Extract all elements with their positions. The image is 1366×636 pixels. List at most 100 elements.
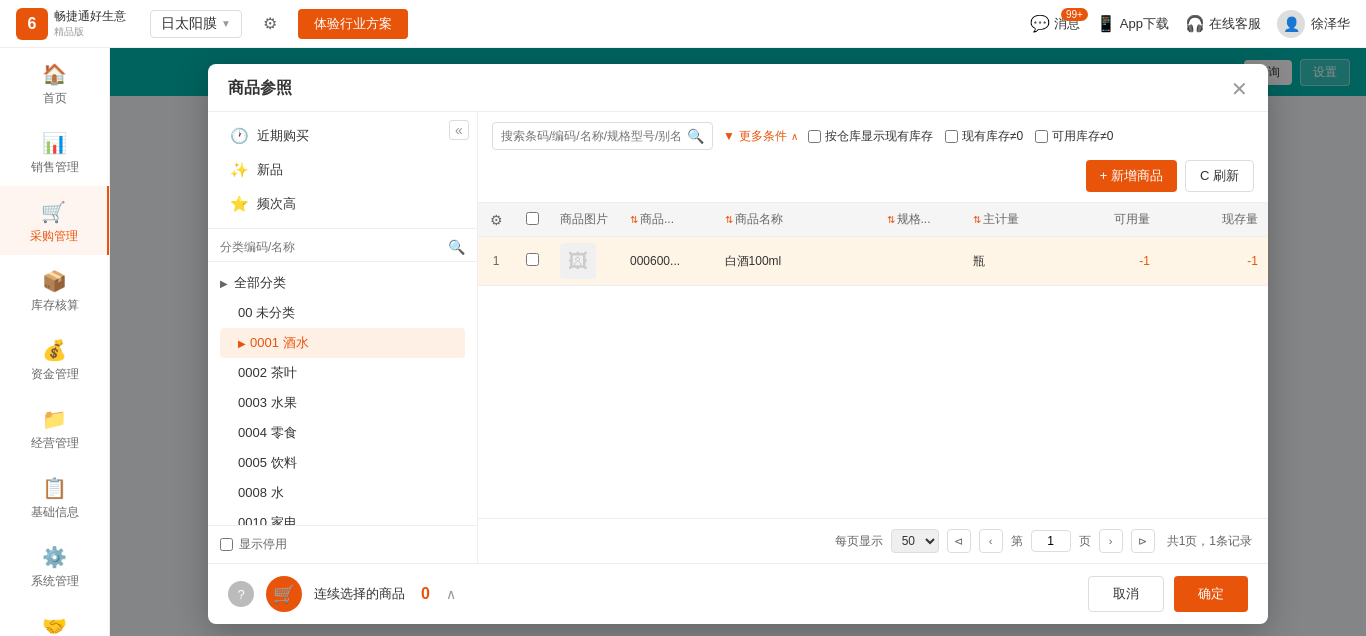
online-service-item[interactable]: 🎧 在线客服 — [1185, 14, 1261, 33]
category-item-uncategorized[interactable]: 00 未分类 — [220, 298, 465, 328]
td-unit: 瓶 — [963, 237, 1052, 286]
refresh-button[interactable]: C 刷新 — [1185, 160, 1254, 192]
product-thumbnail: 🖼 — [560, 243, 596, 279]
search-icon[interactable]: 🔍 — [687, 128, 704, 144]
category-item-water[interactable]: 0008 水 — [220, 478, 465, 508]
dialog-header: 商品参照 ✕ — [208, 64, 1268, 112]
cart-icon-btn[interactable]: 🛒 — [266, 576, 302, 612]
checkbox-warehouse-input[interactable] — [808, 130, 821, 143]
show-disabled-checkbox[interactable] — [220, 538, 233, 551]
category-search-icon[interactable]: 🔍 — [448, 239, 465, 255]
confirm-button[interactable]: 确定 — [1174, 576, 1248, 612]
page-num-input[interactable] — [1031, 530, 1071, 552]
dropdown-label: 日太阳膜 — [161, 15, 217, 33]
sidebar-item-purchase[interactable]: 🛒 采购管理 — [0, 186, 109, 255]
th-spec-icon: ⇅ — [887, 214, 895, 225]
th-check[interactable] — [514, 203, 550, 237]
nav-dropdown[interactable]: 日太阳膜 ▼ — [150, 10, 242, 38]
collapse-btn[interactable]: « — [449, 120, 469, 140]
sidebar-item-base[interactable]: 📋 基础信息 — [0, 462, 109, 531]
footer-right: 取消 确定 — [1088, 576, 1248, 612]
gear-icon[interactable]: ⚙ — [254, 8, 286, 40]
new-icon: ✨ — [230, 161, 249, 179]
page-prev-btn[interactable]: ‹ — [979, 529, 1003, 553]
add-product-button[interactable]: + 新增商品 — [1086, 160, 1177, 192]
dropdown-arrow-icon: ▼ — [221, 18, 231, 29]
category-label-water: 0008 水 — [238, 485, 284, 500]
category-item-appliance[interactable]: 0010 家电 — [220, 508, 465, 525]
category-item-fruit[interactable]: 0003 水果 — [220, 388, 465, 418]
top-nav-right: 💬 99+ 消息 📱 App下载 🎧 在线客服 👤 徐泽华 — [1030, 10, 1350, 38]
app-download-item[interactable]: 📱 App下载 — [1096, 14, 1169, 33]
search-input[interactable] — [501, 129, 681, 143]
category-label-appliance: 0010 家电 — [238, 515, 297, 525]
modal-overlay[interactable]: 商品参照 ✕ « 🕐 近期购买 — [110, 48, 1366, 636]
td-code: 000600... — [620, 237, 715, 286]
checkbox-available-input[interactable] — [1035, 130, 1048, 143]
page-last-btn[interactable]: ⊳ — [1131, 529, 1155, 553]
online-service-label: 在线客服 — [1209, 15, 1261, 33]
th-settings[interactable]: ⚙ — [478, 203, 514, 237]
cta-button[interactable]: 体验行业方案 — [298, 9, 408, 39]
user-area[interactable]: 👤 徐泽华 — [1277, 10, 1350, 38]
table-row[interactable]: 1 🖼 000600... 白酒100ml — [478, 237, 1268, 286]
category-item-liquor[interactable]: ▶ 0001 酒水 — [220, 328, 465, 358]
table-head: ⚙ 商品图片 ⇅商品... — [478, 203, 1268, 237]
sidebar-label-inventory: 库存核算 — [31, 297, 79, 314]
collapse-icon[interactable]: ∧ — [446, 586, 456, 602]
nav-recent[interactable]: 🕐 近期购买 — [220, 120, 465, 152]
close-icon[interactable]: ✕ — [1231, 79, 1248, 99]
sidebar-item-business[interactable]: 📁 经营管理 — [0, 393, 109, 462]
sidebar-label-finance: 资金管理 — [31, 366, 79, 383]
category-root[interactable]: ▶ 全部分类 — [220, 268, 465, 298]
category-item-snack[interactable]: 0004 零食 — [220, 418, 465, 448]
category-search-input[interactable] — [220, 240, 442, 254]
settings-icon: ⚙️ — [42, 545, 67, 569]
th-unit[interactable]: ⇅主计量 — [963, 203, 1052, 237]
dialog-title: 商品参照 — [228, 78, 292, 99]
sidebar-item-sales[interactable]: 📊 销售管理 — [0, 117, 109, 186]
filter-icon: ▼ — [723, 129, 735, 143]
star-icon: ⭐ — [230, 195, 249, 213]
sidebar-item-collab[interactable]: 🤝 企业协同 — [0, 600, 109, 636]
sidebar-item-finance[interactable]: 💰 资金管理 — [0, 324, 109, 393]
message-item[interactable]: 💬 99+ 消息 — [1030, 14, 1080, 33]
category-item-beverage[interactable]: 0005 饮料 — [220, 448, 465, 478]
checkbox-stock[interactable]: 现有库存≠0 — [945, 128, 1023, 145]
purchase-icon: 🛒 — [41, 200, 66, 224]
checkbox-stock-label: 现有库存≠0 — [962, 128, 1023, 145]
filter-btn[interactable]: ▼ 更多条件 ∧ — [723, 128, 798, 145]
selected-label: 连续选择的商品 — [314, 585, 405, 603]
cancel-button[interactable]: 取消 — [1088, 576, 1164, 612]
row-checkbox[interactable] — [526, 253, 539, 266]
td-available: -1 — [1052, 237, 1160, 286]
nav-frequent[interactable]: ⭐ 频次高 — [220, 188, 465, 220]
category-search-bar: 🔍 — [208, 233, 477, 262]
checkbox-warehouse[interactable]: 按仓库显示现有库存 — [808, 128, 933, 145]
nav-new[interactable]: ✨ 新品 — [220, 154, 465, 186]
main-layout: 🏠 首页 📊 销售管理 🛒 采购管理 📦 库存核算 💰 资金管理 📁 经营管理 … — [0, 48, 1366, 636]
pagination-bar: 每页显示 50 ⊲ ‹ 第 页 › ⊳ 共1页，1条记录 — [478, 518, 1268, 563]
th-spec[interactable]: ⇅规格... — [877, 203, 963, 237]
page-total: 共1页，1条记录 — [1167, 533, 1252, 550]
th-image: 商品图片 — [550, 203, 620, 237]
sidebar-item-settings[interactable]: ⚙️ 系统管理 — [0, 531, 109, 600]
sidebar-item-home[interactable]: 🏠 首页 — [0, 48, 109, 117]
th-name[interactable]: ⇅商品名称 — [715, 203, 877, 237]
category-label-uncategorized: 00 未分类 — [238, 305, 295, 320]
column-settings-icon[interactable]: ⚙ — [490, 212, 503, 228]
th-name-icon: ⇅ — [725, 214, 733, 225]
page-next-btn[interactable]: › — [1099, 529, 1123, 553]
logo-badge: 精品版 — [54, 25, 126, 39]
page-first-btn[interactable]: ⊲ — [947, 529, 971, 553]
checkbox-available[interactable]: 可用库存≠0 — [1035, 128, 1113, 145]
checkbox-stock-input[interactable] — [945, 130, 958, 143]
th-code[interactable]: ⇅商品... — [620, 203, 715, 237]
show-disabled-label: 显示停用 — [239, 536, 287, 553]
category-item-tea[interactable]: 0002 茶叶 — [220, 358, 465, 388]
sidebar-item-inventory[interactable]: 📦 库存核算 — [0, 255, 109, 324]
per-page-select[interactable]: 50 — [891, 529, 939, 553]
select-all-checkbox[interactable] — [526, 212, 539, 225]
td-check[interactable] — [514, 237, 550, 286]
help-icon[interactable]: ? — [228, 581, 254, 607]
